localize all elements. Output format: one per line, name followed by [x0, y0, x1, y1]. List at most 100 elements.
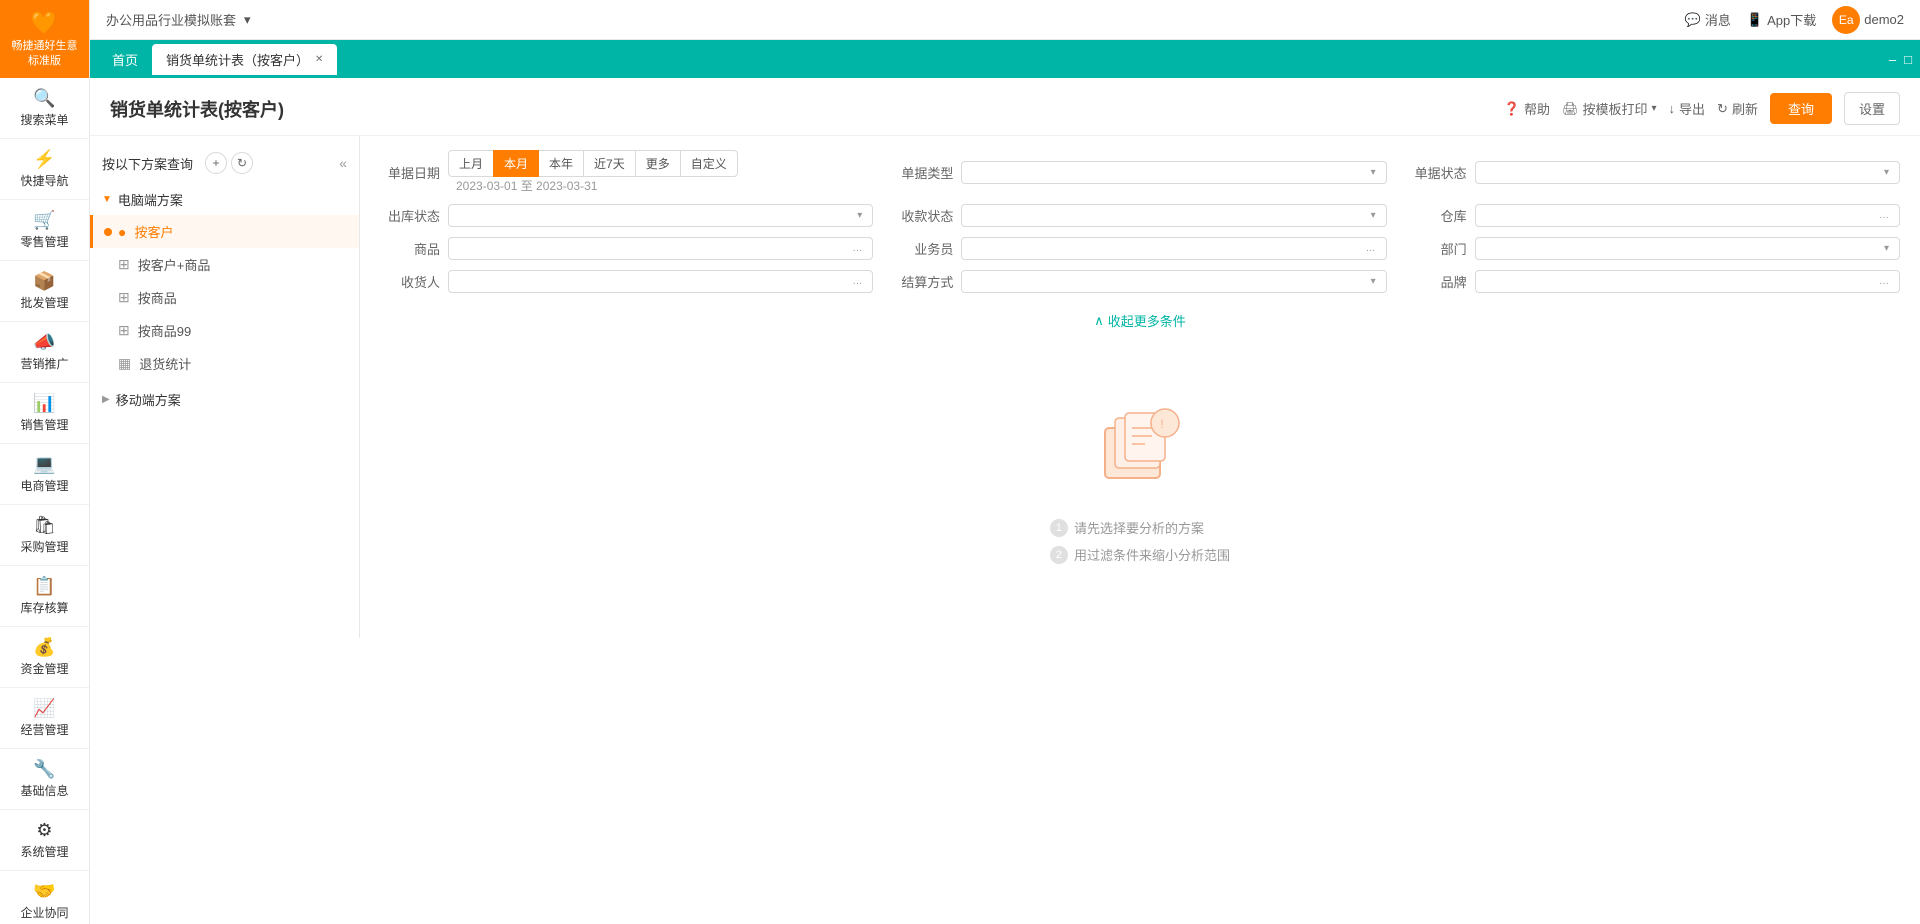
scheme-group-pc-header[interactable]: ▼ 电脑端方案 [90, 184, 359, 215]
date-tab-this-month[interactable]: 本月 [493, 150, 539, 177]
sidebar-item-5[interactable]: 📊销售管理 [0, 383, 89, 444]
content-area: 销货单统计表(按客户) ❓ 帮助 🖨 按模板打印 ▾ ↓ 导出 [90, 78, 1920, 924]
date-tab-last-month[interactable]: 上月 [448, 150, 494, 177]
order-status-select[interactable]: ▾ [1475, 161, 1900, 184]
tab-close-icon[interactable]: ✕ [315, 54, 323, 65]
message-btn[interactable]: 💬 消息 [1685, 10, 1731, 29]
sidebar-item-9[interactable]: 💰资金管理 [0, 627, 89, 688]
sidebar-icon-0: 🔍 [4, 88, 85, 109]
tip-num-1: 1 [1050, 519, 1068, 537]
filter-row-4: 收货人 … 结算方式 [380, 270, 1900, 293]
out-status-select[interactable]: ▾ [448, 204, 873, 227]
tab-actions: – □ [1889, 52, 1912, 67]
export-icon: ↓ [1669, 101, 1676, 116]
app-name: 畅捷通好生意 [12, 40, 78, 52]
sidebar-item-8[interactable]: 📋库存核算 [0, 566, 89, 627]
filter-cell-pay-status: 收款状态 ▾ [893, 204, 1386, 227]
date-tab-custom[interactable]: 自定义 [680, 150, 738, 177]
scheme-item-return-stats[interactable]: ▦ 退货统计 [90, 347, 359, 380]
collapse-more-btn[interactable]: ∧ 收起更多条件 [380, 303, 1900, 338]
message-icon: 💬 [1685, 12, 1701, 28]
warehouse-arrow: … [1879, 210, 1889, 221]
sidebar-item-1[interactable]: ⚡快捷导航 [0, 139, 89, 200]
scheme-item-by-product-99[interactable]: ⊞ 按商品99 [90, 314, 359, 347]
tab-home-label: 首页 [112, 50, 138, 69]
two-panel: 按以下方案查询 + ↻ « ▼ 电脑端方案 [90, 136, 1920, 638]
query-button[interactable]: 查询 [1770, 93, 1832, 124]
return-stats-icon: ▦ [118, 355, 131, 372]
sidebar-icon-1: ⚡ [4, 149, 85, 170]
scheme-panel: 按以下方案查询 + ↻ « ▼ 电脑端方案 [90, 136, 360, 638]
help-btn[interactable]: ❓ 帮助 [1504, 99, 1550, 118]
scheme-item-by-product[interactable]: ⊞ 按商品 [90, 281, 359, 314]
scheme-item-customer-label: 按客户 [134, 222, 173, 241]
sidebar-icon-2: 🛒 [4, 210, 85, 231]
scheme-item-customer-product[interactable]: ⊞ 按客户+商品 [90, 248, 359, 281]
sidebar-item-0[interactable]: 🔍搜索菜单 [0, 78, 89, 139]
brand-select[interactable]: … [1475, 270, 1900, 293]
receiver-control: … [448, 270, 873, 293]
sidebar-item-7[interactable]: 🛍采购管理 [0, 505, 89, 566]
tab-maximize-btn[interactable]: □ [1904, 52, 1912, 67]
tip-text-1: 请先选择要分析的方案 [1074, 518, 1204, 537]
refresh-label: 刷新 [1732, 99, 1758, 118]
scheme-refresh-btn[interactable]: ↻ [231, 152, 253, 174]
scheme-add-btn[interactable]: + [205, 152, 227, 174]
topbar-dropdown[interactable]: ▾ [244, 12, 251, 28]
collapse-up-icon: ∧ [1094, 313, 1104, 329]
page-actions: ❓ 帮助 🖨 按模板打印 ▾ ↓ 导出 ↻ 刷新 [1504, 92, 1900, 125]
username: demo2 [1864, 12, 1904, 27]
settings-button[interactable]: 设置 [1844, 92, 1900, 125]
sidebar-item-3[interactable]: 📦批发管理 [0, 261, 89, 322]
date-tab-more[interactable]: 更多 [635, 150, 681, 177]
tab-minimize-btn[interactable]: – [1889, 52, 1896, 67]
export-btn[interactable]: ↓ 导出 [1669, 99, 1706, 118]
salesperson-select[interactable]: … [961, 237, 1386, 260]
sidebar-item-10[interactable]: 📈经营管理 [0, 688, 89, 749]
receiver-select[interactable]: … [448, 270, 873, 293]
sidebar-item-13[interactable]: 🤝企业协同 [0, 871, 89, 924]
sidebar-item-4[interactable]: 📣营销推广 [0, 322, 89, 383]
sidebar-item-6[interactable]: 💻电商管理 [0, 444, 89, 505]
order-type-select[interactable]: ▾ [961, 161, 1386, 184]
avatar: Ea [1832, 6, 1860, 34]
settlement-select[interactable]: ▾ [961, 270, 1386, 293]
tab-sales-stats[interactable]: 销货单统计表（按客户） ✕ [152, 44, 337, 75]
sidebar-logo[interactable]: 🧡 畅捷通好生意 标准版 [0, 0, 89, 78]
date-tab-this-year[interactable]: 本年 [538, 150, 584, 177]
scheme-collapse-btn[interactable]: « [339, 155, 347, 171]
warehouse-select[interactable]: … [1475, 204, 1900, 227]
tip-num-2: 2 [1050, 546, 1068, 564]
product-select[interactable]: … [448, 237, 873, 260]
collapse-label: 收起更多条件 [1108, 311, 1186, 330]
scheme-item-by-customer[interactable]: ● 按客户 [90, 215, 359, 248]
sidebar-icon-4: 📣 [4, 332, 85, 353]
scheme-group-mobile-header[interactable]: ▶ 移动端方案 [90, 384, 359, 415]
tip-text-2: 用过滤条件来缩小分析范围 [1074, 545, 1230, 564]
app-subtitle: 标准版 [28, 55, 61, 67]
topbar-left: 办公用品行业模拟账套 ▾ [106, 10, 251, 29]
sidebar-icon-8: 📋 [4, 576, 85, 597]
department-arrow: ▾ [1884, 243, 1889, 254]
scheme-group-mobile: ▶ 移动端方案 [90, 384, 359, 415]
sidebar-item-11[interactable]: 🔧基础信息 [0, 749, 89, 810]
date-tab-7days[interactable]: 近7天 [583, 150, 636, 177]
topbar-title: 办公用品行业模拟账套 [106, 10, 236, 29]
tab-sales-stats-label: 销货单统计表（按客户） [166, 50, 309, 69]
department-select[interactable]: ▾ [1475, 237, 1900, 260]
app-download-btn[interactable]: 📱 App下载 [1747, 10, 1816, 29]
message-label: 消息 [1705, 10, 1731, 29]
mobile-group-toggle: ▶ [102, 394, 110, 405]
tab-home[interactable]: 首页 [98, 44, 152, 75]
print-btn[interactable]: 🖨 按模板打印 ▾ [1562, 99, 1657, 118]
sidebar-item-12[interactable]: ⚙系统管理 [0, 810, 89, 871]
sidebar-item-2[interactable]: 🛒零售管理 [0, 200, 89, 261]
sidebar: 🧡 畅捷通好生意 标准版 🔍搜索菜单⚡快捷导航🛒零售管理📦批发管理📣营销推广📊销… [0, 0, 90, 924]
warehouse-control: … [1475, 204, 1900, 227]
user-menu[interactable]: Ea demo2 [1832, 6, 1904, 34]
refresh-btn[interactable]: ↻ 刷新 [1717, 99, 1758, 118]
help-label: 帮助 [1524, 99, 1550, 118]
empty-tips: 1 请先选择要分析的方案 2 用过滤条件来缩小分析范围 [1050, 518, 1230, 564]
order-status-label: 单据状态 [1407, 163, 1467, 182]
pay-status-select[interactable]: ▾ [961, 204, 1386, 227]
